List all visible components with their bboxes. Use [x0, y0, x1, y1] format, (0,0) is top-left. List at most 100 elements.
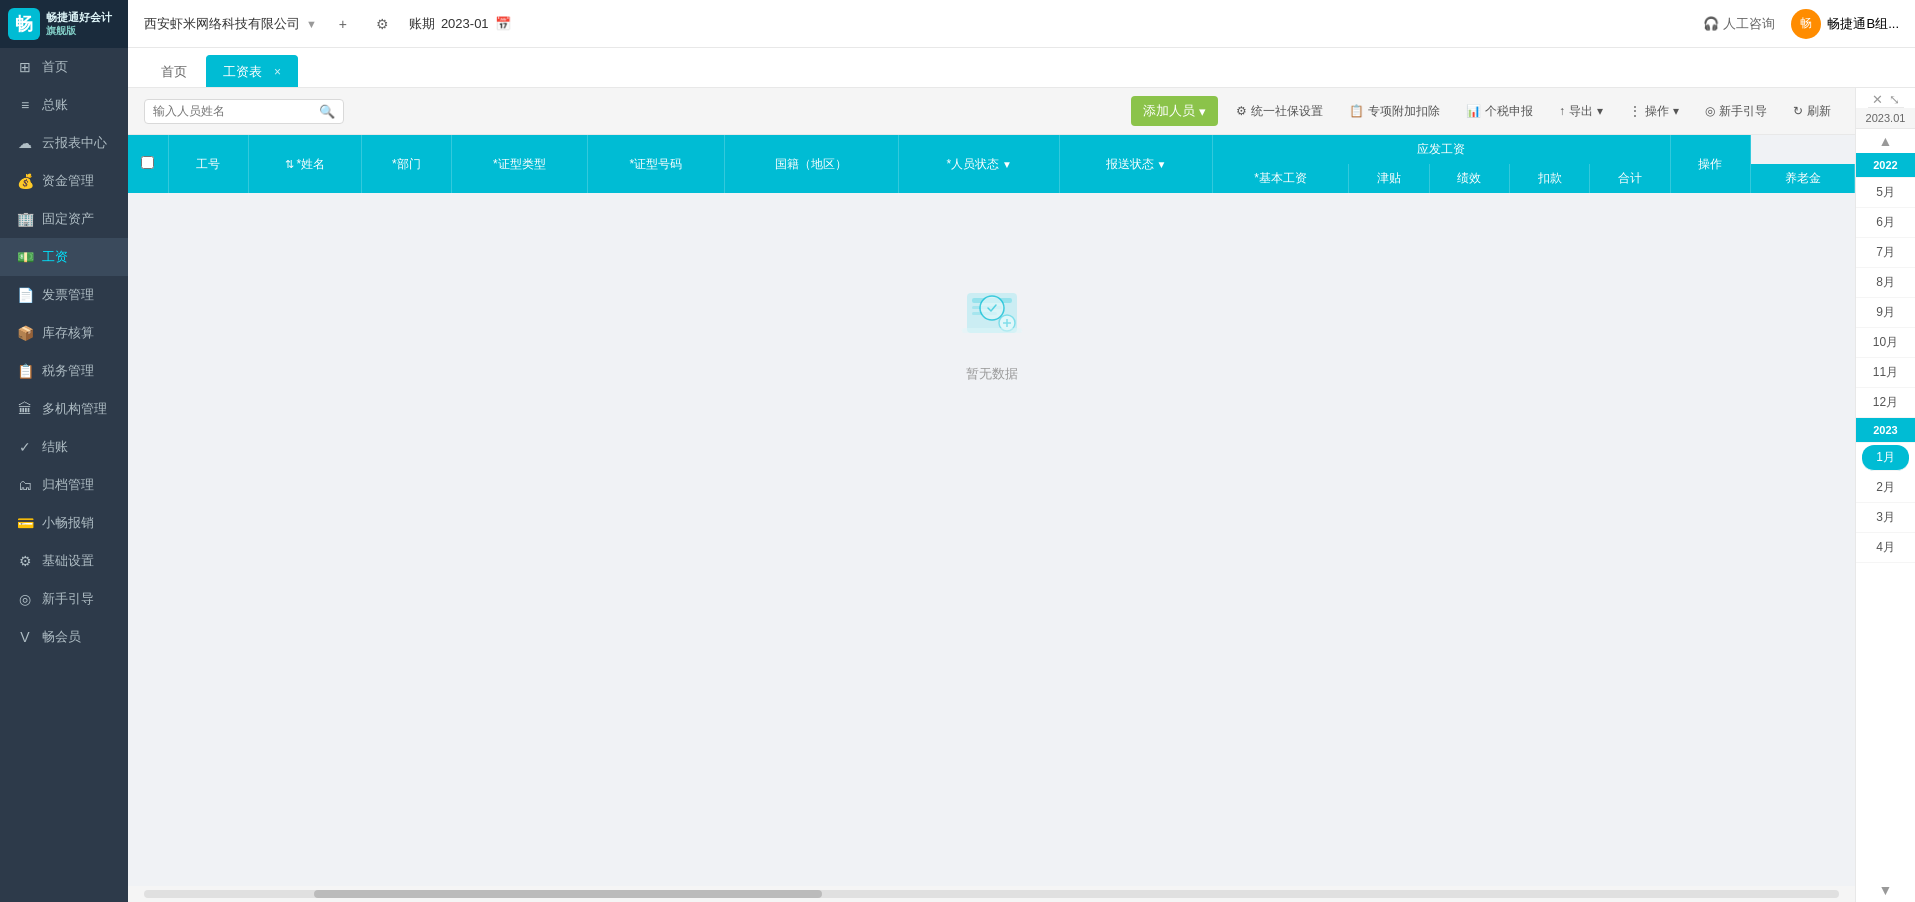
- tax-report-button[interactable]: 📊 个税申报: [1458, 99, 1541, 124]
- sidebar-item-checkout[interactable]: ✓结账: [0, 428, 128, 466]
- avatar: 畅: [1791, 9, 1821, 39]
- th-status[interactable]: *人员状态: [899, 135, 1060, 193]
- app-edition: 旗舰版: [46, 24, 112, 38]
- month-item-9月[interactable]: 9月: [1856, 298, 1915, 328]
- social-label: 统一社保设置: [1251, 103, 1323, 120]
- guide-button[interactable]: ◎ 新手引导: [1697, 99, 1775, 124]
- add-company-button[interactable]: +: [329, 10, 357, 38]
- period-label: 账期: [409, 15, 435, 33]
- sidebar-item-settings[interactable]: ⚙基础设置: [0, 542, 128, 580]
- month-item-3月[interactable]: 3月: [1856, 503, 1915, 533]
- settings-icon: ⚙: [16, 553, 34, 569]
- close-panel-button[interactable]: ✕: [1872, 92, 1883, 107]
- month-item-8月[interactable]: 8月: [1856, 268, 1915, 298]
- expense-icon: 💳: [16, 515, 34, 531]
- sidebar-item-multi[interactable]: 🏛多机构管理: [0, 390, 128, 428]
- tab-salary-label: 工资表: [223, 63, 262, 81]
- sidebar-item-tax[interactable]: 📋税务管理: [0, 352, 128, 390]
- operation-icon: ⋮: [1629, 104, 1641, 118]
- search-wrap: 🔍: [144, 99, 344, 124]
- add-person-button[interactable]: 添加人员 ▾: [1131, 96, 1218, 126]
- sidebar-item-report[interactable]: ☁云报表中心: [0, 124, 128, 162]
- company-selector[interactable]: 西安虾米网络科技有限公司 ▼: [144, 15, 317, 33]
- sidebar-item-asset[interactable]: 🏢固定资产: [0, 200, 128, 238]
- tab-home[interactable]: 首页: [144, 55, 204, 87]
- report-icon: ☁: [16, 135, 34, 151]
- operation-button[interactable]: ⋮ 操作 ▾: [1621, 99, 1687, 124]
- expand-panel-button[interactable]: ⤡: [1889, 92, 1900, 107]
- month-item-4月[interactable]: 4月: [1856, 533, 1915, 563]
- search-input[interactable]: [153, 104, 313, 118]
- scroll-thumb: [314, 890, 823, 898]
- app-title: 畅捷通好会计: [46, 10, 112, 24]
- sidebar-item-expense[interactable]: 💳 小畅报销: [0, 504, 128, 542]
- sidebar-item-label: 资金管理: [42, 172, 94, 190]
- tabs-bar: 首页 工资表 ×: [128, 48, 1915, 88]
- month-item-11月[interactable]: 11月: [1856, 358, 1915, 388]
- social-settings-button[interactable]: ⚙ 统一社保设置: [1228, 99, 1331, 124]
- tab-home-label: 首页: [161, 63, 187, 81]
- main-area: 西安虾米网络科技有限公司 ▼ + ⚙ 账期 2023-01 📅 🎧 人工咨询 畅…: [128, 0, 1915, 902]
- special-deduction-button[interactable]: 📋 专项附加扣除: [1341, 99, 1448, 124]
- logo-icon: 畅: [8, 8, 40, 40]
- month-item-1月[interactable]: 1月: [1862, 445, 1909, 471]
- content-area: 🔍 添加人员 ▾ ⚙ 统一社保设置 📋 专项附加扣除: [128, 88, 1855, 902]
- th-pension: 养老金: [1751, 164, 1855, 193]
- month-nav-down[interactable]: ▼: [1856, 878, 1915, 902]
- month-item-6月[interactable]: 6月: [1856, 208, 1915, 238]
- tax-icon: 📊: [1466, 104, 1481, 118]
- tab-close-icon[interactable]: ×: [274, 65, 281, 79]
- sidebar-item-label: 库存核算: [42, 324, 94, 342]
- th-submit-status[interactable]: 报送状态: [1060, 135, 1212, 193]
- export-label: 导出: [1569, 103, 1593, 120]
- table-header-row1: 工号 *姓名 *部门 *证型类型 *证型号码 国籍（地区） *人员状态 报送状态…: [128, 135, 1855, 164]
- month-panel-header: 2023.01: [1856, 108, 1915, 129]
- export-button[interactable]: ↑ 导出 ▾: [1551, 99, 1611, 124]
- refresh-label: 刷新: [1807, 103, 1831, 120]
- month-item-5月[interactable]: 5月: [1856, 178, 1915, 208]
- service-button[interactable]: 🎧 人工咨询: [1703, 15, 1775, 33]
- year-label-prev: 2022: [1856, 153, 1915, 178]
- tab-salary[interactable]: 工资表 ×: [206, 55, 298, 87]
- th-performance: 绩效: [1429, 164, 1509, 193]
- th-id-number: *证型号码: [588, 135, 725, 193]
- month-list: 20225月6月7月8月9月10月11月12月20231月2月3月4月: [1856, 153, 1915, 878]
- select-all-checkbox[interactable]: [141, 156, 154, 169]
- refresh-icon: ↻: [1793, 104, 1803, 118]
- period-display: 账期 2023-01 📅: [409, 15, 511, 33]
- sidebar-item-label: 结账: [42, 438, 68, 456]
- asset-icon: 🏢: [16, 211, 34, 227]
- month-item-7月[interactable]: 7月: [1856, 238, 1915, 268]
- month-item-10月[interactable]: 10月: [1856, 328, 1915, 358]
- month-item-12月[interactable]: 12月: [1856, 388, 1915, 418]
- special-label: 专项附加扣除: [1368, 103, 1440, 120]
- sidebar-item-label: 首页: [42, 58, 68, 76]
- sidebar-item-guide[interactable]: ◎新手引导: [0, 580, 128, 618]
- th-nationality: 国籍（地区）: [724, 135, 898, 193]
- sidebar-item-label: 发票管理: [42, 286, 94, 304]
- svg-point-8: [980, 296, 1004, 320]
- th-name[interactable]: *姓名: [248, 135, 361, 193]
- month-nav-up[interactable]: ▲: [1856, 129, 1915, 153]
- sidebar-item-label: 小畅报销: [42, 514, 94, 532]
- sidebar-item-member[interactable]: V畅会员: [0, 618, 128, 656]
- refresh-button[interactable]: ↻ 刷新: [1785, 99, 1839, 124]
- svg-rect-7: [962, 328, 1022, 333]
- year-label-current: 2023: [1856, 418, 1915, 443]
- inventory-icon: 📦: [16, 325, 34, 341]
- empty-text: 暂无数据: [966, 365, 1018, 383]
- sidebar-item-inventory[interactable]: 📦 库存核算: [0, 314, 128, 352]
- sidebar-item-archive[interactable]: 🗂归档管理: [0, 466, 128, 504]
- app-logo: 畅 畅捷通好会计 旗舰版: [0, 0, 128, 48]
- month-item-2月[interactable]: 2月: [1856, 473, 1915, 503]
- sidebar-item-invoice[interactable]: 📄发票管理: [0, 276, 128, 314]
- panel-controls: ✕ ⤡: [1868, 88, 1904, 108]
- settings-icon[interactable]: ⚙: [369, 10, 397, 38]
- sidebar-item-ledger[interactable]: ≡总账: [0, 86, 128, 124]
- topbar-right: 🎧 人工咨询 畅 畅捷通B组...: [1703, 9, 1899, 39]
- user-menu[interactable]: 畅 畅捷通B组...: [1791, 9, 1899, 39]
- calendar-icon[interactable]: 📅: [495, 16, 511, 31]
- sidebar-item-salary[interactable]: 💵工资: [0, 238, 128, 276]
- sidebar-item-home[interactable]: ⊞首页: [0, 48, 128, 86]
- sidebar-item-fund[interactable]: 💰资金管理: [0, 162, 128, 200]
